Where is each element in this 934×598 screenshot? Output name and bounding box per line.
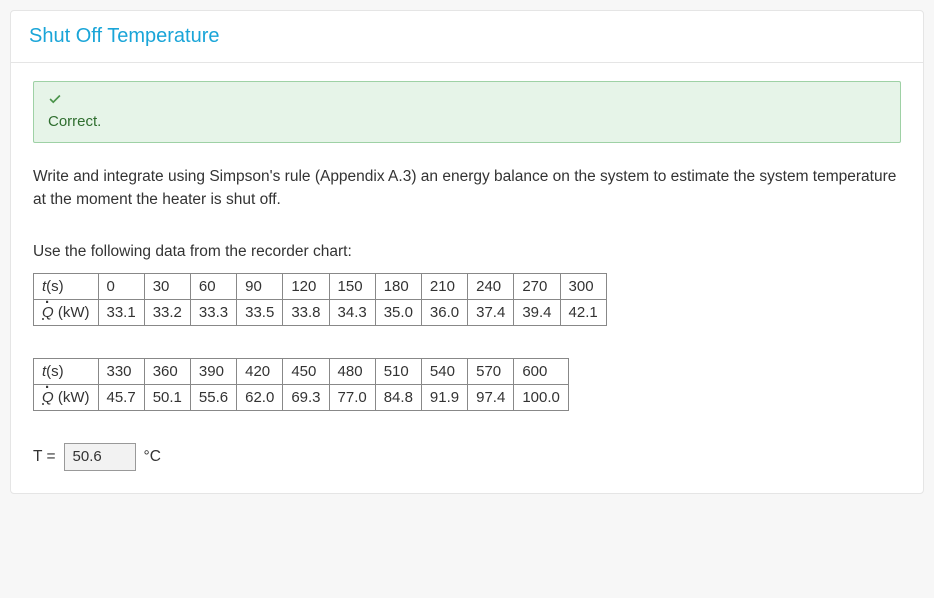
table-row: Q (kW) 45.7 50.1 55.6 62.0 69.3 77.0 84.… [34,384,569,410]
data-cell: 180 [375,273,421,299]
table-row: t(s) 0 30 60 90 120 150 180 210 240 270 … [34,273,607,299]
data-cell: 360 [144,358,190,384]
alert-correct: Correct. [33,81,901,143]
data-cell: 39.4 [514,299,560,325]
data-cell: 33.5 [237,299,283,325]
data-cell: 270 [514,273,560,299]
data-cell: 30 [144,273,190,299]
data-cell: 35.0 [375,299,421,325]
data-cell: 45.7 [98,384,144,410]
data-cell: 62.0 [237,384,283,410]
data-cell: 450 [283,358,329,384]
data-table-1: t(s) 0 30 60 90 120 150 180 210 240 270 … [33,273,607,326]
data-cell: 91.9 [421,384,467,410]
data-cell: 510 [375,358,421,384]
data-cell: 33.1 [98,299,144,325]
data-cell: 600 [514,358,569,384]
row-label-t: t(s) [34,358,99,384]
page-title: Shut Off Temperature [29,25,905,48]
row-label-t: t(s) [34,273,99,299]
data-cell: 120 [283,273,329,299]
data-cell: 480 [329,358,375,384]
data-cell: 69.3 [283,384,329,410]
data-cell: 100.0 [514,384,569,410]
data-cell: 36.0 [421,299,467,325]
data-heading: Use the following data from the recorder… [33,240,901,263]
data-cell: 37.4 [468,299,514,325]
data-cell: 33.2 [144,299,190,325]
row-label-q: Q (kW) [34,384,99,410]
data-cell: 60 [190,273,236,299]
data-cell: 42.1 [560,299,606,325]
data-cell: 33.8 [283,299,329,325]
table-row: Q (kW) 33.1 33.2 33.3 33.5 33.8 34.3 35.… [34,299,607,325]
question-prompt: Write and integrate using Simpson's rule… [33,165,901,212]
answer-row: T = °C [33,443,901,471]
answer-prefix: T = [33,448,56,466]
data-cell: 55.6 [190,384,236,410]
question-card: Shut Off Temperature Correct. Write and … [10,10,924,494]
data-cell: 330 [98,358,144,384]
data-cell: 34.3 [329,299,375,325]
data-cell: 150 [329,273,375,299]
data-cell: 210 [421,273,467,299]
row-label-q: Q (kW) [34,299,99,325]
card-body: Correct. Write and integrate using Simps… [11,63,923,493]
data-cell: 84.8 [375,384,421,410]
data-cell: 420 [237,358,283,384]
data-cell: 0 [98,273,144,299]
data-cell: 90 [237,273,283,299]
alert-text: Correct. [48,113,886,130]
check-icon [48,92,62,109]
table-row: t(s) 330 360 390 420 450 480 510 540 570… [34,358,569,384]
temperature-input[interactable] [64,443,136,471]
data-cell: 50.1 [144,384,190,410]
data-cell: 240 [468,273,514,299]
data-cell: 300 [560,273,606,299]
data-cell: 540 [421,358,467,384]
data-cell: 33.3 [190,299,236,325]
data-cell: 97.4 [468,384,514,410]
card-header: Shut Off Temperature [11,11,923,63]
data-cell: 77.0 [329,384,375,410]
data-cell: 570 [468,358,514,384]
data-cell: 390 [190,358,236,384]
answer-unit: °C [144,448,161,466]
data-table-2: t(s) 330 360 390 420 450 480 510 540 570… [33,358,569,411]
